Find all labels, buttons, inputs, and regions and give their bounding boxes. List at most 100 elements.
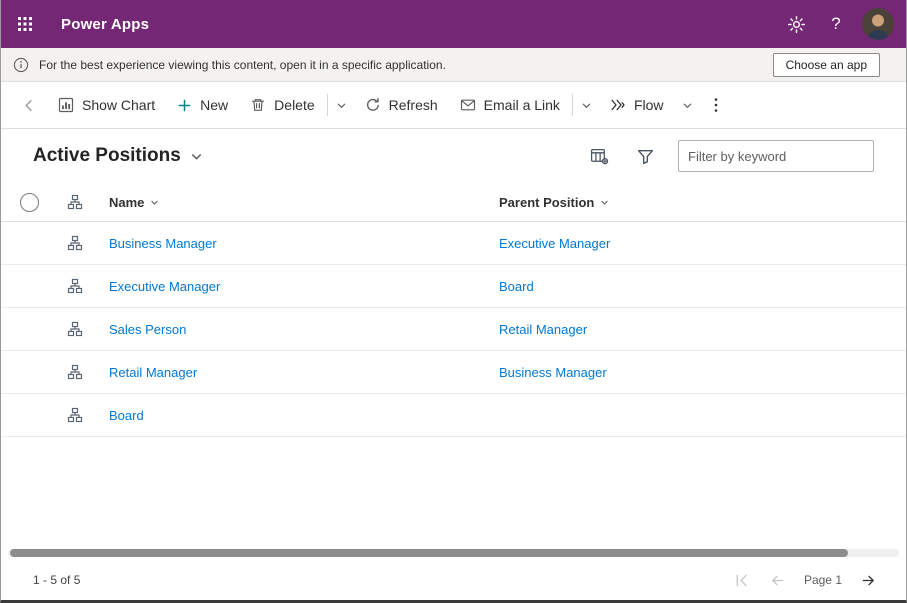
flow-button[interactable]: Flow	[599, 87, 675, 123]
first-page-button[interactable]	[732, 570, 752, 590]
row-name-link[interactable]: Business Manager	[109, 236, 217, 251]
hierarchy-icon	[67, 194, 83, 210]
grid-footer: 1 - 5 of 5 Page 1	[1, 560, 906, 600]
cell-parent-position: Business Manager	[483, 365, 906, 380]
waffle-icon	[17, 16, 33, 32]
first-page-icon	[734, 573, 749, 588]
scrollbar-thumb[interactable]	[10, 549, 848, 557]
view-selector[interactable]: Active Positions	[33, 145, 203, 167]
grid-empty-space	[1, 437, 906, 546]
cell-parent-position: Executive Manager	[483, 236, 906, 251]
plus-icon	[177, 98, 192, 113]
help-button[interactable]: ?	[816, 0, 856, 48]
hierarchy-icon[interactable]	[57, 235, 93, 251]
grid-header: Name Parent Position	[1, 183, 906, 222]
new-label: New	[200, 97, 229, 113]
info-icon	[13, 57, 29, 73]
chevron-down-icon	[600, 198, 609, 207]
next-page-button[interactable]	[858, 570, 878, 590]
row-name-link[interactable]: Board	[109, 408, 144, 423]
cell-name: Executive Manager	[93, 279, 483, 294]
email-a-link-label: Email a Link	[483, 97, 560, 113]
avatar[interactable]	[862, 8, 894, 40]
edit-columns-icon	[590, 147, 609, 166]
row-name-link[interactable]: Sales Person	[109, 322, 186, 337]
header-right-actions: ?	[776, 0, 906, 48]
page-indicator: Page 1	[803, 573, 842, 587]
cell-name: Sales Person	[93, 322, 483, 337]
cell-parent-position: Retail Manager	[483, 322, 906, 337]
row-parent-link[interactable]: Retail Manager	[499, 322, 587, 337]
row-name-link[interactable]: Retail Manager	[109, 365, 197, 380]
filter-funnel-icon	[637, 148, 654, 165]
hierarchy-icon[interactable]	[57, 278, 93, 294]
chevron-down-icon	[190, 150, 203, 163]
cell-name: Retail Manager	[93, 365, 483, 380]
chart-icon	[58, 97, 74, 113]
flow-label: Flow	[633, 97, 664, 113]
table-row[interactable]: Sales Person Retail Manager	[1, 308, 906, 351]
power-apps-window: Power Apps ? For the best experience vie…	[0, 0, 907, 603]
more-commands-button[interactable]	[700, 87, 732, 123]
back-button[interactable]	[9, 87, 47, 123]
show-chart-button[interactable]: Show Chart	[47, 87, 166, 123]
row-parent-link[interactable]: Executive Manager	[499, 236, 610, 251]
delete-button[interactable]: Delete	[239, 87, 325, 123]
app-header: Power Apps ?	[1, 0, 906, 48]
previous-page-button[interactable]	[768, 570, 788, 590]
refresh-label: Refresh	[388, 97, 438, 113]
hierarchy-icon[interactable]	[57, 407, 93, 423]
chevron-left-icon	[21, 98, 36, 113]
flow-more-commands-button[interactable]	[675, 87, 700, 123]
arrow-left-icon	[770, 573, 785, 588]
row-parent-link[interactable]: Business Manager	[499, 365, 607, 380]
delete-label: Delete	[274, 97, 315, 113]
column-header-parent-label: Parent Position	[499, 194, 595, 210]
settings-button[interactable]	[776, 0, 816, 48]
email-more-commands-button[interactable]	[574, 87, 599, 123]
new-button[interactable]: New	[166, 87, 239, 123]
email-a-link-button[interactable]: Email a Link	[449, 87, 571, 123]
delete-more-commands-button[interactable]	[329, 87, 354, 123]
table-row[interactable]: Retail Manager Business Manager	[1, 351, 906, 394]
cell-parent-position: Board	[483, 279, 906, 294]
waffle-menu-button[interactable]	[1, 0, 49, 48]
app-title: Power Apps	[61, 15, 150, 33]
refresh-button[interactable]: Refresh	[354, 87, 449, 123]
edit-columns-button[interactable]	[580, 139, 618, 173]
filter-by-keyword-input[interactable]	[678, 140, 874, 172]
hierarchy-column-header	[57, 194, 93, 210]
table-row[interactable]: Executive Manager Board	[1, 265, 906, 308]
divider	[326, 94, 328, 116]
vertical-ellipsis-icon	[714, 97, 718, 113]
arrow-right-icon	[861, 573, 876, 588]
row-parent-link[interactable]: Board	[499, 279, 534, 294]
hierarchy-icon[interactable]	[57, 321, 93, 337]
view-header: Active Positions	[1, 129, 906, 183]
trash-icon	[250, 97, 266, 113]
info-banner: For the best experience viewing this con…	[1, 48, 906, 82]
refresh-icon	[365, 97, 381, 113]
divider	[571, 94, 573, 116]
choose-an-app-button[interactable]: Choose an app	[772, 52, 880, 77]
grid-body: Business Manager Executive Manager Execu…	[1, 222, 906, 437]
chevron-down-icon	[150, 198, 159, 207]
select-all-checkbox[interactable]	[19, 192, 39, 212]
column-header-name[interactable]: Name	[93, 195, 483, 210]
hierarchy-icon[interactable]	[57, 364, 93, 380]
table-row[interactable]: Board	[1, 394, 906, 437]
table-row[interactable]: Business Manager Executive Manager	[1, 222, 906, 265]
envelope-icon	[460, 97, 476, 113]
gear-icon	[787, 15, 806, 34]
chevron-down-icon	[581, 100, 592, 111]
cell-name: Business Manager	[93, 236, 483, 251]
column-header-name-label: Name	[109, 194, 145, 210]
banner-message: For the best experience viewing this con…	[39, 57, 446, 72]
scrollbar-track[interactable]	[8, 549, 899, 557]
pagination: Page 1	[732, 570, 878, 590]
row-name-link[interactable]: Executive Manager	[109, 279, 220, 294]
view-title: Active Positions	[33, 145, 181, 166]
filter-button[interactable]	[626, 139, 664, 173]
view-actions	[580, 139, 874, 173]
column-header-parent-position[interactable]: Parent Position	[483, 195, 906, 210]
